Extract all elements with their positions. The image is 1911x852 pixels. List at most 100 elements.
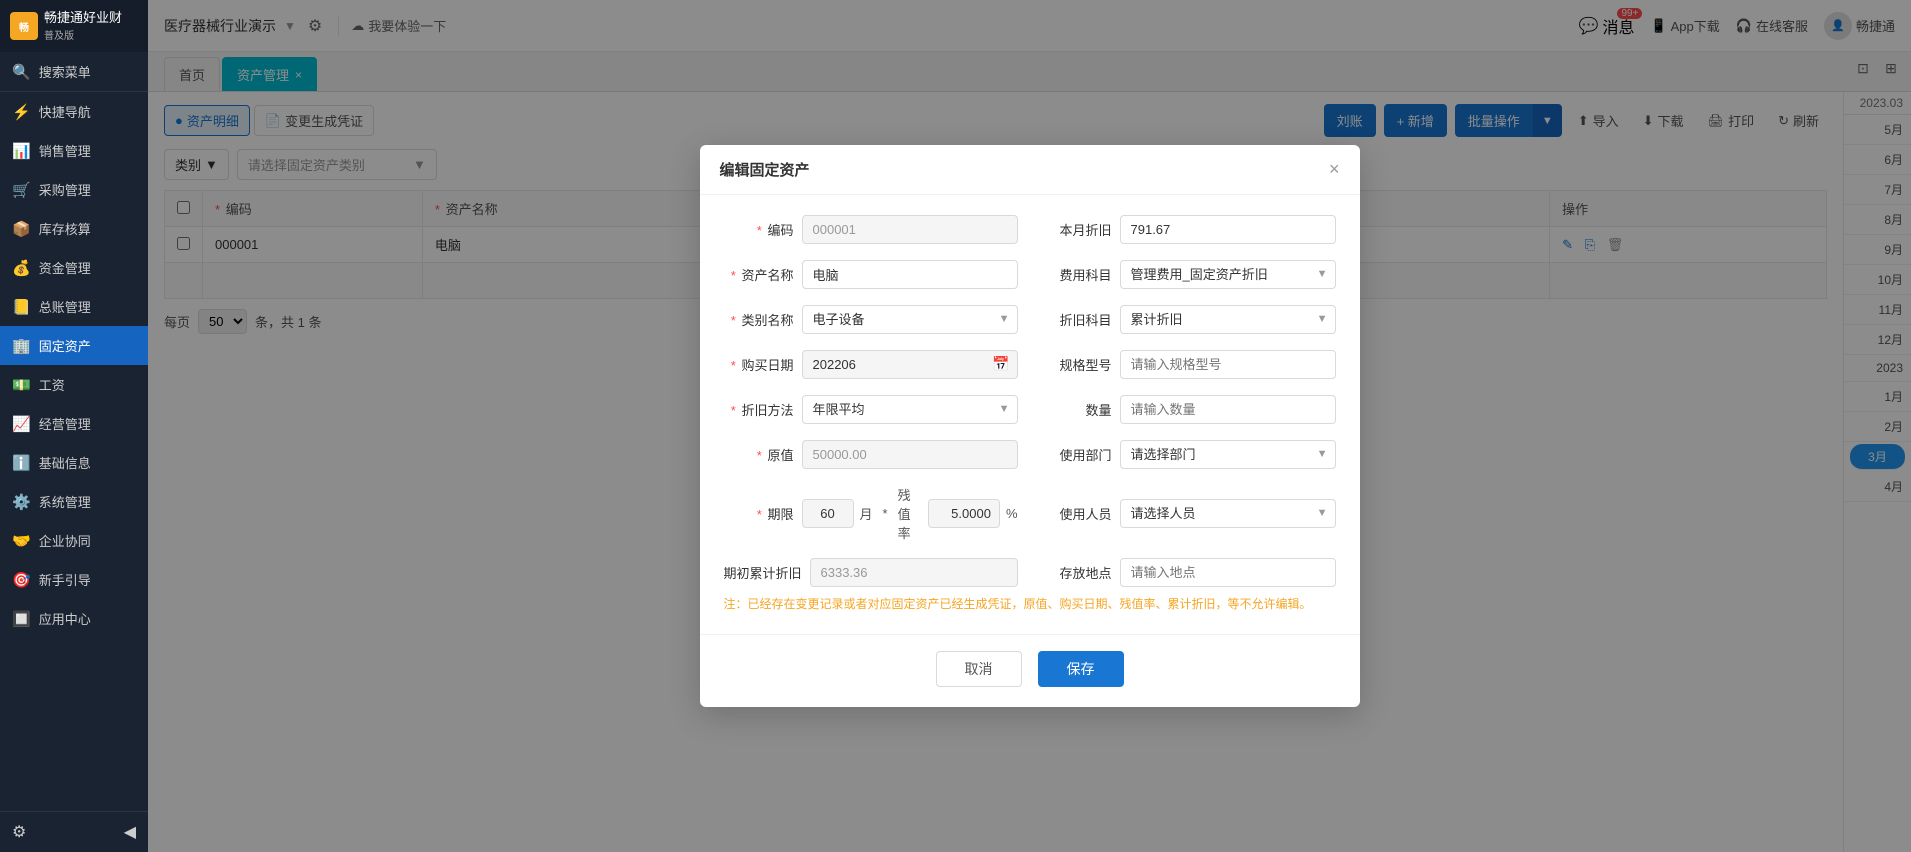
- sidebar-label-quick-nav: 快捷导航: [39, 102, 91, 121]
- sidebar-item-guide[interactable]: 🎯 新手引导: [0, 560, 148, 599]
- code-input[interactable]: [802, 215, 1018, 244]
- expense-subject-select-wrap: 管理费用_固定资产折旧 ▼: [1120, 260, 1336, 289]
- sidebar-item-basic-info[interactable]: ℹ️ 基础信息: [0, 443, 148, 482]
- sidebar-item-enterprise[interactable]: 🤝 企业协同: [0, 521, 148, 560]
- form-row-storage: 存放地点: [1042, 558, 1336, 587]
- save-btn[interactable]: 保存: [1038, 651, 1124, 687]
- residual-rate-input[interactable]: [928, 499, 1000, 528]
- sidebar-label-finance: 资金管理: [39, 258, 91, 277]
- operations-icon: 📈: [12, 415, 31, 433]
- sidebar: 畅 畅捷通好业财 普及版 🔍 搜索菜单 ⚡ 快捷导航 📊 销售管理 🛒 采购管理: [0, 0, 148, 852]
- ledger-icon: 📒: [12, 298, 31, 316]
- sidebar-item-sales[interactable]: 📊 销售管理: [0, 131, 148, 170]
- cancel-btn[interactable]: 取消: [936, 651, 1022, 687]
- user-select-wrap: 请选择人员 ▼: [1120, 499, 1336, 528]
- system-icon: ⚙️: [12, 493, 31, 511]
- sidebar-settings[interactable]: ⚙ ◀: [0, 811, 148, 852]
- form-row-monthly-dep: 本月折旧: [1042, 215, 1336, 244]
- monthly-dep-label: 本月折旧: [1042, 220, 1112, 239]
- original-value-input[interactable]: [802, 440, 1018, 469]
- sidebar-item-app-center[interactable]: 🔲 应用中心: [0, 599, 148, 638]
- monthly-dep-input[interactable]: [1120, 215, 1336, 244]
- sidebar-item-fixed-assets[interactable]: 🏢 固定资产: [0, 326, 148, 365]
- residual-rate-label: 残值率: [898, 485, 918, 542]
- sidebar-item-purchase[interactable]: 🛒 采购管理: [0, 170, 148, 209]
- sidebar-item-quick-nav[interactable]: ⚡ 快捷导航: [0, 92, 148, 131]
- calendar-icon[interactable]: 📅: [992, 356, 1009, 373]
- use-dept-label: 使用部门: [1042, 445, 1112, 464]
- storage-input[interactable]: [1120, 558, 1336, 587]
- code-label: * 编码: [724, 220, 794, 239]
- app-logo: 畅: [10, 12, 38, 40]
- rate-pct-label: %: [1006, 506, 1018, 521]
- modal-title: 编辑固定资产: [720, 159, 810, 180]
- purchase-icon: 🛒: [12, 181, 31, 199]
- modal-header: 编辑固定资产 ×: [700, 145, 1360, 195]
- fixed-assets-icon: 🏢: [12, 337, 31, 355]
- sidebar-label-app-center: 应用中心: [39, 609, 91, 628]
- sidebar-nav: 🔍 搜索菜单 ⚡ 快捷导航 📊 销售管理 🛒 采购管理 📦 库存核算 💰 资金管…: [0, 52, 148, 811]
- sidebar-header: 畅 畅捷通好业财 普及版: [0, 0, 148, 52]
- form-row-use-dept: 使用部门 请选择部门 ▼: [1042, 440, 1336, 469]
- sidebar-label-sales: 销售管理: [39, 141, 91, 160]
- sidebar-item-finance[interactable]: 💰 资金管理: [0, 248, 148, 287]
- category-name-label: * 类别名称: [724, 310, 794, 329]
- form-row-purchase-date: * 购买日期 📅: [724, 350, 1018, 379]
- dep-subject-select-wrap: 累计折旧 ▼: [1120, 305, 1336, 334]
- sidebar-label-fixed-assets: 固定资产: [39, 336, 91, 355]
- period-wrap: 月 * 残值率 %: [802, 485, 1018, 542]
- sidebar-item-payroll[interactable]: 💵 工资: [0, 365, 148, 404]
- form-row-category: * 类别名称 电子设备 ▼: [724, 305, 1018, 334]
- sidebar-label-search: 搜索菜单: [39, 62, 91, 81]
- dep-method-select-wrap: 年限平均 ▼: [802, 395, 1018, 424]
- modal-close-btn[interactable]: ×: [1329, 159, 1340, 180]
- sidebar-item-inventory[interactable]: 📦 库存核算: [0, 209, 148, 248]
- sidebar-item-system[interactable]: ⚙️ 系统管理: [0, 482, 148, 521]
- collapse-icon[interactable]: ◀: [124, 822, 136, 842]
- inventory-icon: 📦: [12, 220, 31, 238]
- expense-subject-select[interactable]: 管理费用_固定资产折旧: [1120, 260, 1336, 289]
- modal-overlay: 编辑固定资产 × * 编码 本月折旧: [148, 0, 1911, 852]
- quantity-input[interactable]: [1120, 395, 1336, 424]
- enterprise-icon: 🤝: [12, 532, 31, 550]
- modal-note: 注：已经存在变更记录或者对应固定资产已经生成凭证，原值、购买日期、残值率、累计折…: [724, 587, 1336, 614]
- category-select-wrap: 电子设备 ▼: [802, 305, 1018, 334]
- spec-input[interactable]: [1120, 350, 1336, 379]
- modal-body: * 编码 本月折旧 *: [700, 195, 1360, 634]
- period-unit-label: 月: [860, 504, 873, 523]
- guide-icon: 🎯: [12, 571, 31, 589]
- edit-asset-modal: 编辑固定资产 × * 编码 本月折旧: [700, 145, 1360, 707]
- form-row-expense-subject: 费用科目 管理费用_固定资产折旧 ▼: [1042, 260, 1336, 289]
- main-area: 医疗器械行业演示 ▼ ⚙ ☁ 我要体验一下 💬 消息 99+ 📱 App下载 🎧…: [148, 0, 1911, 852]
- form-row-user: 使用人员 请选择人员 ▼: [1042, 485, 1336, 542]
- dep-method-select[interactable]: 年限平均: [802, 395, 1018, 424]
- sidebar-label-operations: 经营管理: [39, 414, 91, 433]
- app-name: 畅捷通好业财: [44, 10, 122, 27]
- form-row-period: * 期限 月 * 残值率 %: [724, 485, 1018, 542]
- form-row-dep-subject: 折旧科目 累计折旧 ▼: [1042, 305, 1336, 334]
- period-input[interactable]: [802, 499, 854, 528]
- period-label: * 期限: [724, 504, 794, 523]
- initial-dep-input[interactable]: [810, 558, 1018, 587]
- modal-form: * 编码 本月折旧 *: [724, 215, 1336, 587]
- purchase-date-input[interactable]: [802, 350, 1018, 379]
- form-row-code: * 编码: [724, 215, 1018, 244]
- user-select[interactable]: 请选择人员: [1120, 499, 1336, 528]
- asset-name-input[interactable]: [802, 260, 1018, 289]
- app-subtitle: 普及版: [44, 27, 122, 42]
- category-select[interactable]: 电子设备: [802, 305, 1018, 334]
- dep-subject-select[interactable]: 累计折旧: [1120, 305, 1336, 334]
- finance-icon: 💰: [12, 259, 31, 277]
- sidebar-item-search[interactable]: 🔍 搜索菜单: [0, 52, 148, 92]
- sidebar-item-ledger[interactable]: 📒 总账管理: [0, 287, 148, 326]
- original-value-label: * 原值: [724, 445, 794, 464]
- quantity-label: 数量: [1042, 400, 1112, 419]
- app-center-icon: 🔲: [12, 610, 31, 628]
- sidebar-label-inventory: 库存核算: [39, 219, 91, 238]
- initial-dep-label: 期初累计折旧: [724, 563, 802, 582]
- use-dept-select[interactable]: 请选择部门: [1120, 440, 1336, 469]
- sidebar-item-operations[interactable]: 📈 经营管理: [0, 404, 148, 443]
- form-row-original-value: * 原值: [724, 440, 1018, 469]
- payroll-icon: 💵: [12, 376, 31, 394]
- sales-icon: 📊: [12, 142, 31, 160]
